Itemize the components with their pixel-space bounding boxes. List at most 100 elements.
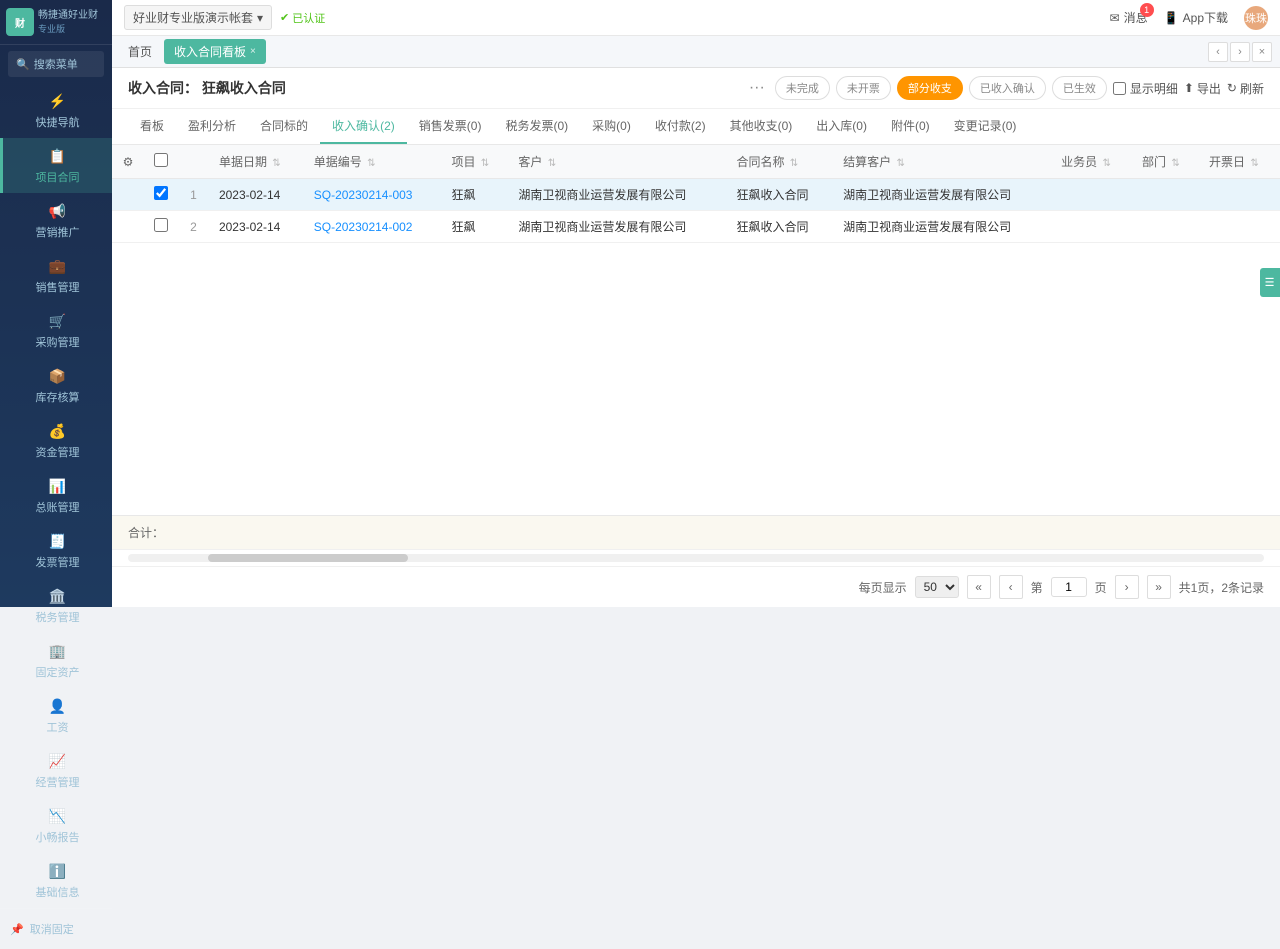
tab-close-all-button[interactable]: × (1252, 42, 1272, 62)
row-select-checkbox[interactable] (154, 218, 168, 232)
scroll-track[interactable] (128, 554, 1264, 562)
project-sort-icon[interactable]: ⇅ (481, 158, 489, 169)
sidebar-item-assets[interactable]: 🏢 固定资产 (0, 633, 112, 688)
more-options-button[interactable]: ··· (745, 79, 769, 97)
billing-col-header[interactable]: 结算客户 ⇅ (833, 145, 1051, 179)
last-page-button[interactable]: » (1147, 575, 1171, 599)
table-header-row: ⚙ 单据日期 ⇅ 单据编号 (112, 145, 1280, 179)
settings-icon[interactable]: ⚙ (123, 155, 134, 169)
subtab-attachments[interactable]: 附件(0) (879, 109, 942, 144)
message-action[interactable]: ✉ 消息 1 (1110, 9, 1148, 26)
code-sort-icon[interactable]: ⇅ (367, 158, 375, 169)
display-detail-checkbox[interactable]: 显示明细 (1113, 80, 1178, 97)
subtab-other[interactable]: 其他收支(0) (718, 109, 805, 144)
sidebar-bottom: 📌 取消固定 (0, 908, 112, 949)
row-select-checkbox[interactable] (154, 186, 168, 200)
active-tab[interactable]: 收入合同看板 × (164, 39, 266, 64)
table-container: ⚙ 单据日期 ⇅ 单据编号 (112, 145, 1280, 515)
subtab-changes[interactable]: 变更记录(0) (942, 109, 1029, 144)
dept-sort-icon[interactable]: ⇅ (1171, 158, 1179, 169)
salesperson-col-header[interactable]: 业务员 ⇅ (1051, 145, 1132, 179)
search-menu-button[interactable]: 🔍 搜索菜单 (8, 51, 104, 77)
department-col-header[interactable]: 部门 ⇅ (1132, 145, 1199, 179)
sidebar-item-purchase[interactable]: 🛒 采购管理 (0, 303, 112, 358)
subtab-payments[interactable]: 收付款(2) (643, 109, 718, 144)
row-contract: 狂飙收入合同 (726, 179, 833, 211)
sidebar-item-project[interactable]: 📋 项目合同 (0, 138, 112, 193)
row-code-link[interactable]: SQ-20230214-002 (314, 220, 413, 234)
sidebar-item-basic[interactable]: ℹ️ 基础信息 (0, 853, 112, 908)
checkbox-col-header[interactable] (144, 145, 178, 179)
side-action-bar[interactable]: ☰ (1260, 268, 1280, 297)
row-checkbox-cell[interactable] (144, 179, 178, 211)
billdate-sort-icon[interactable]: ⇅ (1250, 158, 1258, 169)
code-col-header[interactable]: 单据编号 ⇅ (304, 145, 442, 179)
app-download-action[interactable]: 📱 App下载 (1164, 9, 1228, 26)
row-customer: 湖南卫视商业运营发展有限公司 (508, 179, 726, 211)
contract-col-header[interactable]: 合同名称 ⇅ (726, 145, 833, 179)
tab-close-button[interactable]: × (250, 46, 256, 57)
basic-icon: ℹ️ (48, 861, 68, 881)
status-effective[interactable]: 已生效 (1052, 76, 1107, 100)
subtab-profit[interactable]: 盈利分析 (176, 109, 248, 144)
sidebar-item-tax[interactable]: 🏛️ 税务管理 (0, 578, 112, 633)
subtab-revenue[interactable]: 收入确认(2) (320, 109, 407, 144)
billdate-col-header[interactable]: 开票日 ⇅ (1199, 145, 1280, 179)
sidebar-item-marketing[interactable]: 📢 营销推广 (0, 193, 112, 248)
date-sort-icon[interactable]: ⇅ (272, 158, 280, 169)
page-number-input[interactable] (1051, 577, 1087, 597)
scroll-thumb[interactable] (208, 554, 408, 562)
subtab-kanban[interactable]: 看板 (128, 109, 176, 144)
subtab-sales-invoice[interactable]: 销售发票(0) (407, 109, 494, 144)
sidebar-item-invoice[interactable]: 🧾 发票管理 (0, 523, 112, 578)
sidebar-search[interactable]: 🔍 搜索菜单 (0, 45, 112, 83)
sidebar-item-hr[interactable]: 👤 工资 (0, 688, 112, 743)
invoice-icon: 🧾 (48, 531, 68, 551)
detail-checkbox-input[interactable] (1113, 82, 1126, 95)
company-selector[interactable]: 好业财专业版演示帐套 ▾ (124, 5, 272, 30)
project-col-header[interactable]: 项目 ⇅ (441, 145, 508, 179)
tab-prev-button[interactable]: ‹ (1208, 42, 1228, 62)
customer-col-header[interactable]: 客户 ⇅ (508, 145, 726, 179)
subtab-items[interactable]: 合同标的 (248, 109, 320, 144)
salesperson-sort-icon[interactable]: ⇅ (1103, 158, 1111, 169)
sidebar-item-sales[interactable]: 💼 销售管理 (0, 248, 112, 303)
status-incomplete[interactable]: 未完成 (775, 76, 830, 100)
per-page-select[interactable]: 50 (915, 576, 959, 598)
sidebar-item-inventory[interactable]: 📦 库存核算 (0, 358, 112, 413)
tab-next-button[interactable]: › (1230, 42, 1250, 62)
refresh-button[interactable]: ↻ 刷新 (1227, 80, 1264, 97)
logo-icon: 财 (6, 8, 34, 36)
next-page-button[interactable]: › (1115, 575, 1139, 599)
subtab-tax-invoice[interactable]: 税务发票(0) (493, 109, 580, 144)
sidebar-item-ledger[interactable]: 📊 总账管理 (0, 468, 112, 523)
row-contract: 狂飙收入合同 (726, 211, 833, 243)
company-name: 好业财专业版演示帐套 (133, 9, 253, 26)
subtab-warehouse[interactable]: 出入库(0) (804, 109, 879, 144)
billing-sort-icon[interactable]: ⇅ (897, 158, 905, 169)
status-uninvoiced[interactable]: 未开票 (836, 76, 891, 100)
home-tab[interactable]: 首页 (120, 39, 160, 64)
select-all-checkbox[interactable] (154, 153, 168, 167)
row-settings (112, 211, 144, 243)
first-page-button[interactable]: « (967, 575, 991, 599)
sidebar-item-management[interactable]: 📈 经营管理 (0, 743, 112, 798)
export-button[interactable]: ⬆ 导出 (1184, 80, 1221, 97)
settings-col-header[interactable]: ⚙ (112, 145, 144, 179)
active-tab-label: 收入合同看板 (174, 43, 246, 60)
contract-sort-icon[interactable]: ⇅ (790, 158, 798, 169)
date-col-header[interactable]: 单据日期 ⇅ (209, 145, 304, 179)
sidebar-item-shortcut[interactable]: ⚡ 快捷导航 (0, 83, 112, 138)
customer-sort-icon[interactable]: ⇅ (548, 158, 556, 169)
contract-header: 收入合同： 狂飙收入合同 ··· 未完成 未开票 部分收支 已收入确认 已生效 … (112, 68, 1280, 109)
status-confirmed[interactable]: 已收入确认 (969, 76, 1046, 100)
sidebar-item-funds[interactable]: 💰 资金管理 (0, 413, 112, 468)
sidebar-item-report[interactable]: 📉 小畅报告 (0, 798, 112, 853)
subtab-purchase[interactable]: 采购(0) (580, 109, 643, 144)
row-code-link[interactable]: SQ-20230214-003 (314, 188, 413, 202)
prev-page-button[interactable]: ‹ (999, 575, 1023, 599)
status-partial[interactable]: 部分收支 (897, 76, 963, 100)
user-avatar[interactable]: 珠珠 (1244, 6, 1268, 30)
unpin-button[interactable]: 📌 取消固定 (0, 915, 112, 943)
row-checkbox-cell[interactable] (144, 211, 178, 243)
